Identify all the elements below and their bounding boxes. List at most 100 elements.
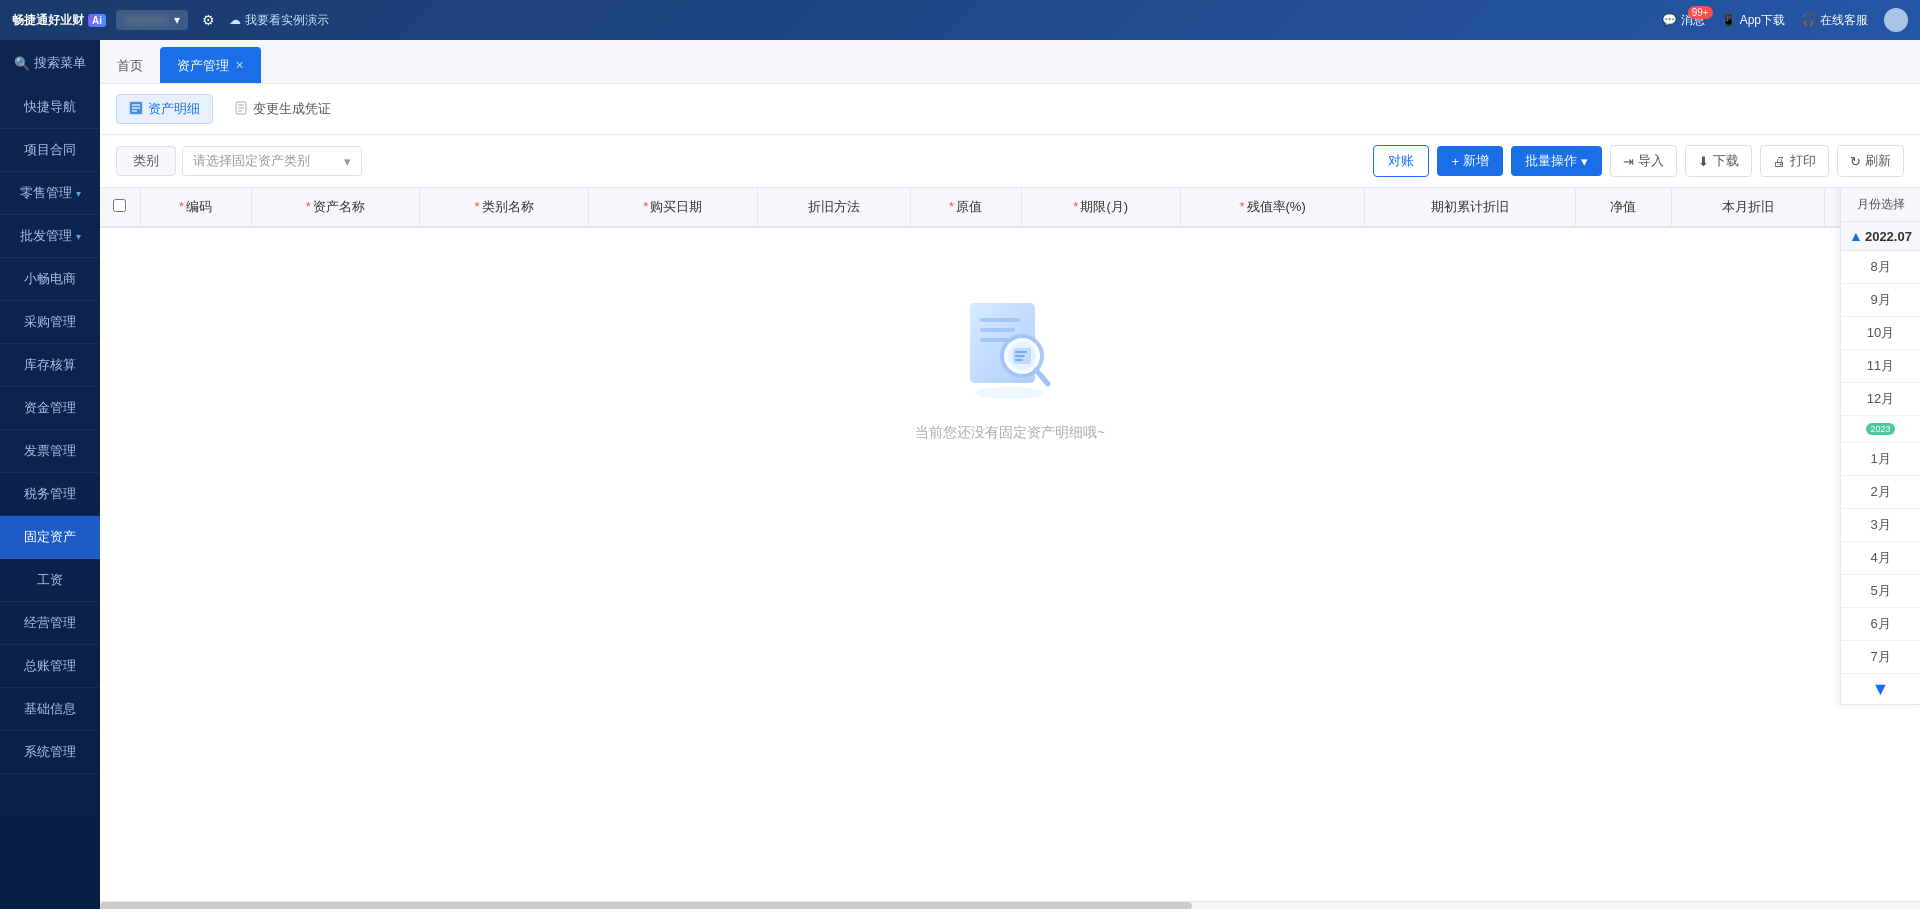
- content-area: 首页 资产管理 ✕: [100, 40, 1920, 909]
- sidebar-item-label: 工资: [37, 571, 63, 589]
- empty-state: 当前您还没有固定资产明细哦~: [100, 228, 1920, 502]
- cloud-icon: ☁: [229, 13, 241, 27]
- sidebar-item-retail[interactable]: 零售管理 ▾: [0, 172, 100, 215]
- sub-tab-detail[interactable]: 资产明细: [116, 94, 213, 124]
- col-name: *资产名称: [251, 188, 420, 227]
- down-nav-icon[interactable]: ▼: [1872, 680, 1890, 698]
- empty-text: 当前您还没有固定资产明细哦~: [915, 424, 1105, 442]
- month-panel-title: 月份选择: [1841, 188, 1920, 222]
- close-icon[interactable]: ✕: [235, 59, 244, 72]
- table-header: *编码 *资产名称 *类别名称 *购买日期: [100, 188, 1920, 227]
- sidebar-item-system[interactable]: 系统管理: [0, 731, 100, 774]
- settings-button[interactable]: ⚙: [198, 8, 219, 32]
- month-item-1[interactable]: 1月: [1841, 443, 1920, 476]
- add-label: 新增: [1463, 152, 1489, 170]
- user-avatar[interactable]: [1884, 8, 1908, 32]
- search-icon: 🔍: [14, 56, 30, 71]
- sub-tab-voucher-label: 变更生成凭证: [253, 100, 331, 118]
- month-label: 8月: [1870, 258, 1890, 276]
- sidebar-item-tax[interactable]: 税务管理: [0, 473, 100, 516]
- sidebar-item-ledger[interactable]: 总账管理: [0, 645, 100, 688]
- download-label: 下载: [1713, 152, 1739, 170]
- batch-ops-button[interactable]: 批量操作 ▾: [1511, 146, 1602, 176]
- sidebar-item-invoice[interactable]: 发票管理: [0, 430, 100, 473]
- month-item-year-2023: 2023: [1841, 416, 1920, 443]
- month-item-2[interactable]: 2月: [1841, 476, 1920, 509]
- assets-table: *编码 *资产名称 *类别名称 *购买日期: [100, 188, 1920, 228]
- voucher-icon: [234, 101, 248, 118]
- top-right-actions: 💬 消息 99+ 📱 App下载 🎧 在线客服: [1662, 8, 1908, 32]
- import-button[interactable]: ⇥ 导入: [1610, 145, 1677, 177]
- sub-tab-voucher[interactable]: 变更生成凭证: [221, 94, 344, 124]
- chevron-down-icon: ▾: [1581, 154, 1588, 169]
- action-bar: 类别 请选择固定资产类别 ▾ 对账 + 新增 批量操作 ▾: [100, 135, 1920, 188]
- month-label: 1月: [1870, 450, 1890, 468]
- sub-tab-bar: 资产明细 变更生成凭证: [100, 84, 1920, 135]
- sidebar-item-label: 项目合同: [24, 141, 76, 159]
- online-service-button[interactable]: 🎧 在线客服: [1801, 12, 1868, 29]
- table-container: *编码 *资产名称 *类别名称 *购买日期: [100, 188, 1920, 901]
- category-select[interactable]: 请选择固定资产类别 ▾: [182, 146, 362, 176]
- month-item-4[interactable]: 4月: [1841, 542, 1920, 575]
- top-bar: 畅捷通好业财 Ai ●●●●●● ▾ ⚙ ☁ 我要看实例演示 💬 消息 99+ …: [0, 0, 1920, 40]
- month-item-5[interactable]: 5月: [1841, 575, 1920, 608]
- reconcile-button[interactable]: 对账: [1373, 145, 1429, 177]
- demo-link[interactable]: ☁ 我要看实例演示: [229, 12, 329, 29]
- col-checkbox: [100, 188, 140, 227]
- month-label: 6月: [1870, 615, 1890, 633]
- month-item-6[interactable]: 6月: [1841, 608, 1920, 641]
- month-item-10[interactable]: 10月: [1841, 317, 1920, 350]
- sidebar-item-purchase[interactable]: 采购管理: [0, 301, 100, 344]
- month-item-11[interactable]: 11月: [1841, 350, 1920, 383]
- print-button[interactable]: 🖨 打印: [1760, 145, 1829, 177]
- scroll-thumb[interactable]: [100, 902, 1192, 909]
- sidebar-item-quick-nav[interactable]: 快捷导航: [0, 86, 100, 129]
- tab-home-label: 首页: [117, 57, 143, 75]
- select-all-checkbox[interactable]: [113, 199, 126, 212]
- sidebar-item-label: 总账管理: [24, 657, 76, 675]
- batch-ops-label: 批量操作: [1525, 152, 1577, 170]
- month-item-8[interactable]: 8月: [1841, 251, 1920, 284]
- sidebar-item-wholesale[interactable]: 批发管理 ▾: [0, 215, 100, 258]
- message-button[interactable]: 💬 消息 99+: [1662, 12, 1705, 29]
- app-download-button[interactable]: 📱 App下载: [1721, 12, 1785, 29]
- col-original-value: *原值: [910, 188, 1021, 227]
- download-button[interactable]: ⬇ 下载: [1685, 145, 1752, 177]
- add-button[interactable]: + 新增: [1437, 146, 1503, 176]
- sidebar-item-search[interactable]: 🔍 搜索菜单: [0, 40, 100, 86]
- up-nav-icon[interactable]: ▲: [1849, 228, 1863, 244]
- company-selector[interactable]: ●●●●●● ▾: [116, 10, 188, 30]
- month-item-3[interactable]: 3月: [1841, 509, 1920, 542]
- print-icon: 🖨: [1773, 154, 1786, 169]
- month-panel: 月份选择 ▲ 2022.07 8月 9月 10月: [1840, 188, 1920, 705]
- sidebar-item-label: 系统管理: [24, 743, 76, 761]
- sidebar-item-project[interactable]: 项目合同: [0, 129, 100, 172]
- sidebar-item-ecommerce[interactable]: 小畅电商: [0, 258, 100, 301]
- sidebar-item-payroll[interactable]: 工资: [0, 559, 100, 602]
- tab-bar: 首页 资产管理 ✕: [100, 40, 1920, 84]
- tab-home[interactable]: 首页: [100, 47, 160, 83]
- message-badge: 99+: [1688, 6, 1713, 19]
- sidebar-item-basic[interactable]: 基础信息: [0, 688, 100, 731]
- sidebar-item-inventory[interactable]: 库存核算: [0, 344, 100, 387]
- sidebar-item-assets[interactable]: 固定资产: [0, 516, 100, 559]
- tab-assets[interactable]: 资产管理 ✕: [160, 47, 261, 83]
- month-panel-bottom: ▼: [1841, 674, 1920, 704]
- sidebar-item-finance[interactable]: 资金管理: [0, 387, 100, 430]
- svg-line-16: [1036, 370, 1048, 384]
- month-item-12[interactable]: 12月: [1841, 383, 1920, 416]
- main-layout: 🔍 搜索菜单 快捷导航 项目合同 零售管理 ▾ 批发管理 ▾ 小畅电商 采购管理…: [0, 40, 1920, 909]
- sidebar: 🔍 搜索菜单 快捷导航 项目合同 零售管理 ▾ 批发管理 ▾ 小畅电商 采购管理…: [0, 40, 100, 909]
- sidebar-item-operations[interactable]: 经营管理: [0, 602, 100, 645]
- sidebar-item-label: 采购管理: [24, 313, 76, 331]
- month-item-9[interactable]: 9月: [1841, 284, 1920, 317]
- refresh-label: 刷新: [1865, 152, 1891, 170]
- refresh-button[interactable]: ↻ 刷新: [1837, 145, 1904, 177]
- bottom-scrollbar[interactable]: [100, 901, 1920, 909]
- month-item-7[interactable]: 7月: [1841, 641, 1920, 674]
- month-label: 11月: [1867, 357, 1894, 375]
- sidebar-item-label: 资金管理: [24, 399, 76, 417]
- col-residual-rate: *残值率(%): [1180, 188, 1365, 227]
- download-icon: ⬇: [1698, 154, 1709, 169]
- year-display: 2022.07: [1865, 229, 1912, 244]
